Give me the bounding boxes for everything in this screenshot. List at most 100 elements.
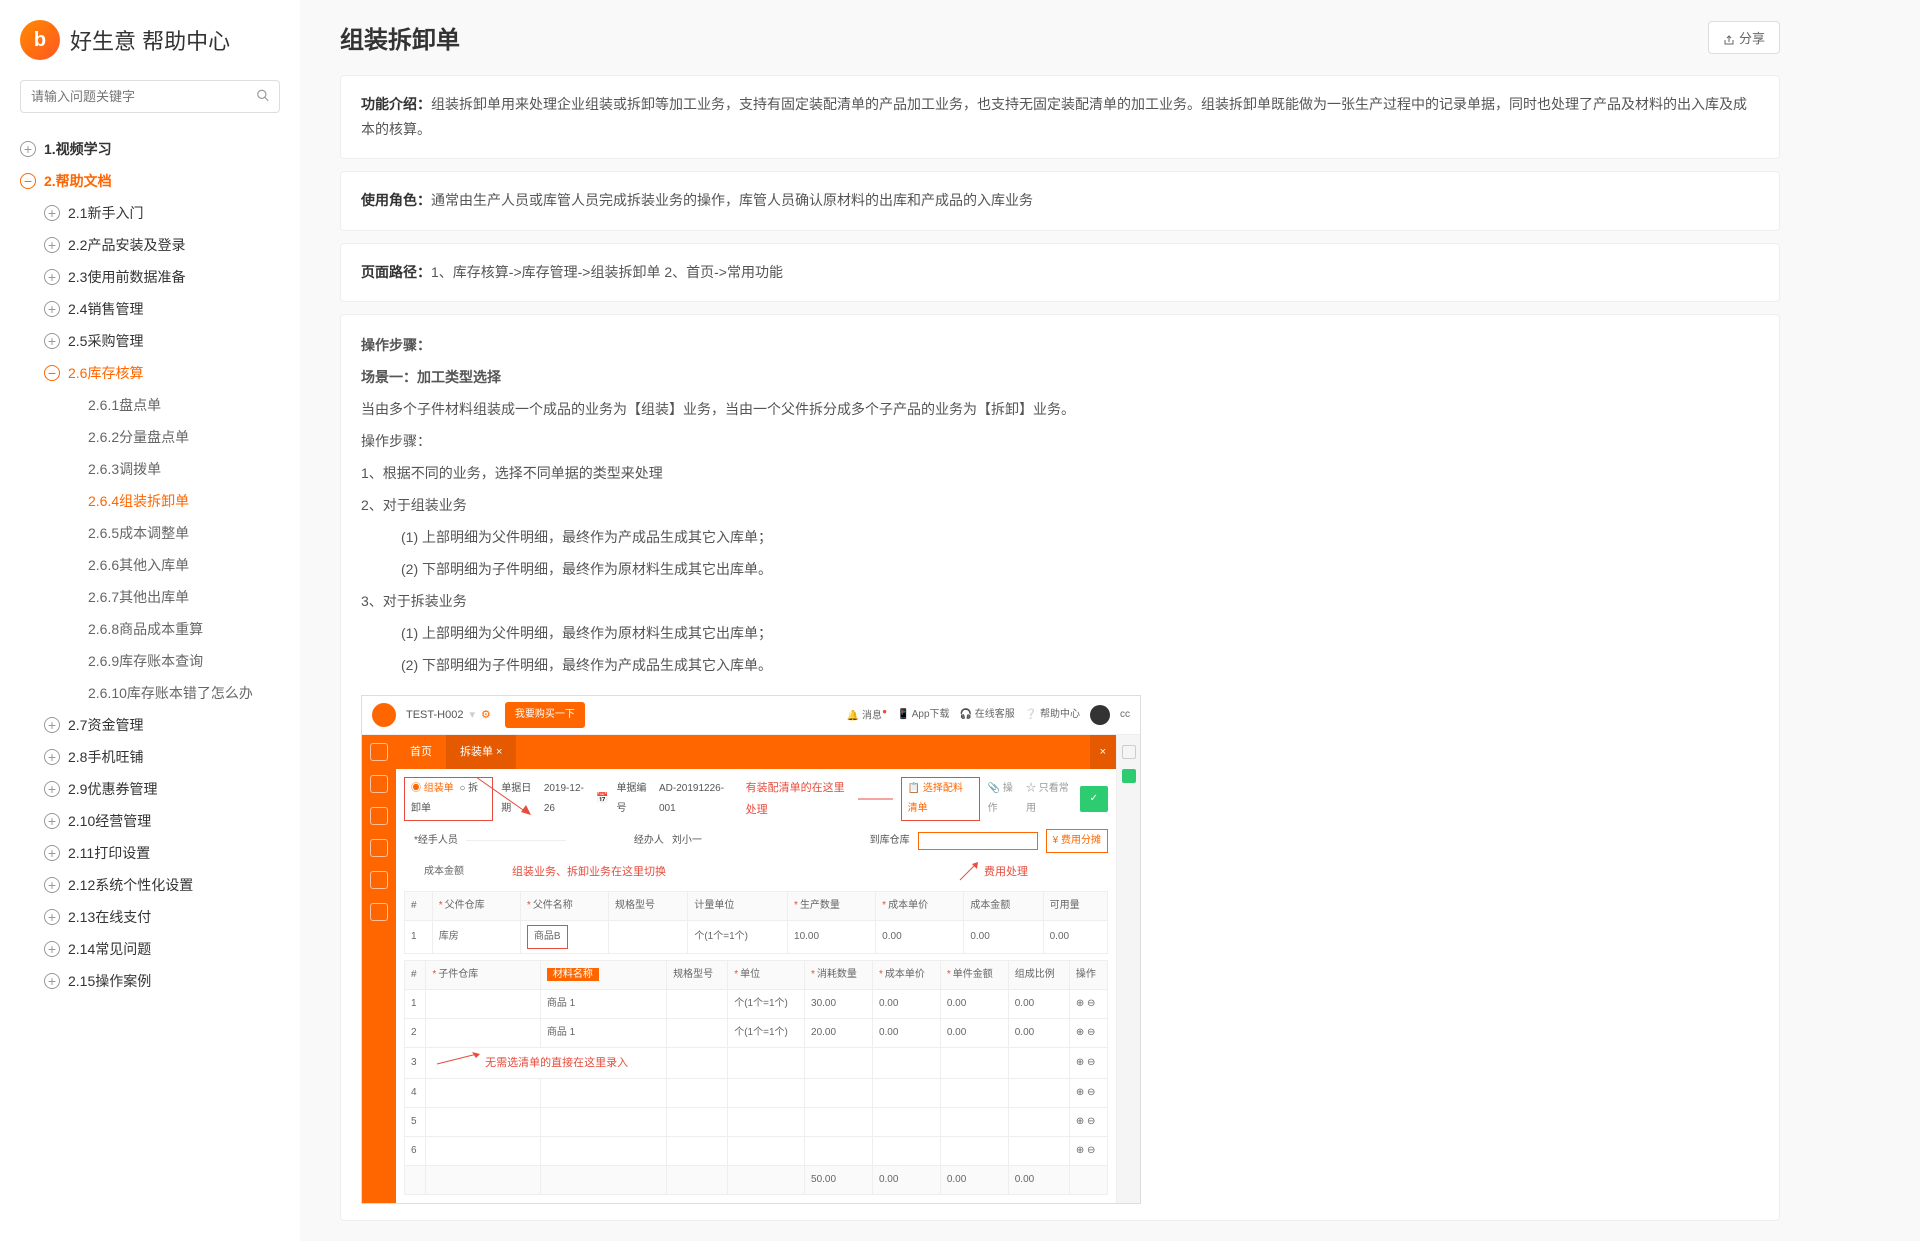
logo-text: 好生意 帮助中心 [70,24,230,56]
nav-leaf-263[interactable]: 2.6.3调拨单 [88,453,280,485]
ss-leftbar [362,735,396,1203]
nav-sub-211[interactable]: +2.11打印设置 [44,837,280,869]
step2: 2、对于组装业务 [361,491,1759,519]
nav: +1.视频学习 −2.帮助文档 +2.1新手入门 +2.2产品安装及登录 +2.… [20,133,280,997]
ss-verifier-val: 刘小一 [672,831,702,851]
nav-leaf-269[interactable]: 2.6.9库存账本查询 [88,645,280,677]
minus-icon: − [20,173,36,189]
ss-btn-fav: 只看常用 [1026,783,1069,814]
table-row: 6⊕ ⊖ [405,1136,1108,1165]
nav-sub-24[interactable]: +2.4销售管理 [44,293,280,325]
ss-radio-assemble: 组装单 [424,783,454,794]
table-row: 1商品 1个(1个=1个)30.000.000.000.00⊕ ⊖ [405,989,1108,1018]
nav-leaf-265[interactable]: 2.6.5成本调整单 [88,517,280,549]
ss-tab-close-icon: × [1090,735,1116,769]
ss-parent-table: # 父件仓库 父件名称 规格型号 计量单位 生产数量 成本单价 成本金额 可用量 [404,891,1108,954]
nav-sub-214[interactable]: +2.14常见问题 [44,933,280,965]
nav-item-docs[interactable]: −2.帮助文档 [20,165,280,197]
share-button[interactable]: 分享 [1708,21,1780,54]
embedded-screenshot: TEST-H002 ▾ ⚙ 我要购买一下 🔔 消息● 📱 App下载 🎧 在线客… [361,695,1141,1204]
ss-user: cc [1120,705,1130,725]
box-icon [370,775,388,793]
plus-icon: + [44,845,60,861]
ss-logo-icon [372,703,396,727]
ss-help: ❔ 帮助中心 [1025,705,1080,725]
ss-anno2: 组装业务、拆卸业务在这里切换 [512,861,666,883]
nav-leaf-261[interactable]: 2.6.1盘点单 [88,389,280,421]
nav-sub-23[interactable]: +2.3使用前数据准备 [44,261,280,293]
ss-date-val: 2019-12-26 [544,779,588,819]
plus-icon: + [44,749,60,765]
step1: 1、根据不同的业务，选择不同单据的类型来处理 [361,459,1759,487]
steps-label: 操作步骤： [361,337,431,353]
plus-icon: + [44,781,60,797]
nav-sub-210[interactable]: +2.10经营管理 [44,805,280,837]
table-row: 4⊕ ⊖ [405,1078,1108,1107]
report-icon [370,871,388,889]
ss-handler-label: *经手人员 [414,831,458,851]
plus-icon: + [44,973,60,989]
nav-sub-27[interactable]: +2.7资金管理 [44,709,280,741]
nav-leaf-267[interactable]: 2.6.7其他出库单 [88,581,280,613]
plus-icon: + [44,301,60,317]
table-row: 1库房 商品B 个(1个=1个)10.00 0.000.000.00 [405,920,1108,953]
nav-sub-215[interactable]: +2.15操作案例 [44,965,280,997]
plus-icon: + [44,237,60,253]
nav-sub-29[interactable]: +2.9优惠券管理 [44,773,280,805]
nav-leaf-264[interactable]: 2.6.4组装拆卸单 [88,485,280,517]
table-footer: 50.000.000.000.00 [405,1165,1108,1194]
intro-label: 功能介绍： [361,96,431,112]
ss-cost-label: 成本金额 [424,862,464,882]
nav-leaf-268[interactable]: 2.6.8商品成本重算 [88,613,280,645]
setting-icon [370,903,388,921]
ss-code-label: 单据编号 [616,779,651,819]
search-input[interactable] [20,80,280,113]
ss-code-val: AD-20191226-001 [659,779,730,819]
logo-row: b 好生意 帮助中心 [20,20,280,60]
nav-sub-212[interactable]: +2.12系统个性化设置 [44,869,280,901]
nav-sub-21[interactable]: +2.1新手入门 [44,197,280,229]
search-box [20,80,280,113]
doc-icon [370,839,388,857]
plus-icon: + [44,877,60,893]
nav-sub-25[interactable]: +2.5采购管理 [44,325,280,357]
steps-content: 操作步骤： 场景一：加工类型选择 当由多个子件材料组装成一个成品的业务为【组装】… [340,314,1780,1221]
nav-sub-26[interactable]: −2.6库存核算 [44,357,280,389]
step3a: (1) 上部明细为父件明细，最终作为原材料生成其它出库单； [361,619,1759,647]
ss-verifier-label: 经办人 [634,831,664,851]
ss-child-table: # 子件仓库 材料名称 规格型号 单位 消耗数量 成本单价 单件金额 组成比例 … [404,960,1108,1195]
ss-anno3: 费用处理 [984,861,1028,883]
step3b: (2) 下部明细为子件明细，最终作为产成品生成其它入库单。 [361,651,1759,679]
nav-sub-213[interactable]: +2.13在线支付 [44,901,280,933]
share-icon [1723,34,1735,46]
nav-leaf-2610[interactable]: 2.6.10库存账本错了怎么办 [88,677,280,709]
plus-icon: + [20,141,36,157]
arrow-icon [432,1052,482,1066]
nav-leaf-266[interactable]: 2.6.6其他入库单 [88,549,280,581]
arrow-icon [950,862,980,882]
nav-leaf-262[interactable]: 2.6.2分量盘点单 [88,421,280,453]
nav-sub-28[interactable]: +2.8手机旺铺 [44,741,280,773]
ss-code: TEST-H002 [406,704,463,726]
plus-icon: + [44,909,60,925]
ss-msg: 🔔 消息● [847,703,887,726]
search-icon[interactable] [256,88,270,105]
table-row: 5⊕ ⊖ [405,1107,1108,1136]
ss-btn-op: 操作 [988,783,1013,814]
plus-icon: + [44,269,60,285]
nav-sub-22[interactable]: +2.2产品安装及登录 [44,229,280,261]
scene1-desc: 当由多个子件材料组装成一个成品的业务为【组装】业务，当由一个父件拆分成多个子产品… [361,395,1759,423]
plus-icon: + [44,941,60,957]
step2a: (1) 上部明细为父件明细，最终作为产成品生成其它入库单； [361,523,1759,551]
step3: 3、对于拆装业务 [361,587,1759,615]
path-card: 页面路径：1、库存核算->库存管理->组装拆卸单 2、首页->常用功能 [340,243,1780,302]
ss-topbar: TEST-H002 ▾ ⚙ 我要购买一下 🔔 消息● 📱 App下载 🎧 在线客… [362,696,1140,735]
plus-icon: + [44,813,60,829]
ss-store-label: 到库仓库 [870,831,910,851]
steps2-label: 操作步骤： [361,427,1759,455]
ss-btn-save: ✓ [1080,786,1108,812]
nav-item-video[interactable]: +1.视频学习 [20,133,280,165]
plus-icon: + [44,205,60,221]
minus-icon: − [44,365,60,381]
path-text: 1、库存核算->库存管理->组装拆卸单 2、首页->常用功能 [431,264,783,280]
